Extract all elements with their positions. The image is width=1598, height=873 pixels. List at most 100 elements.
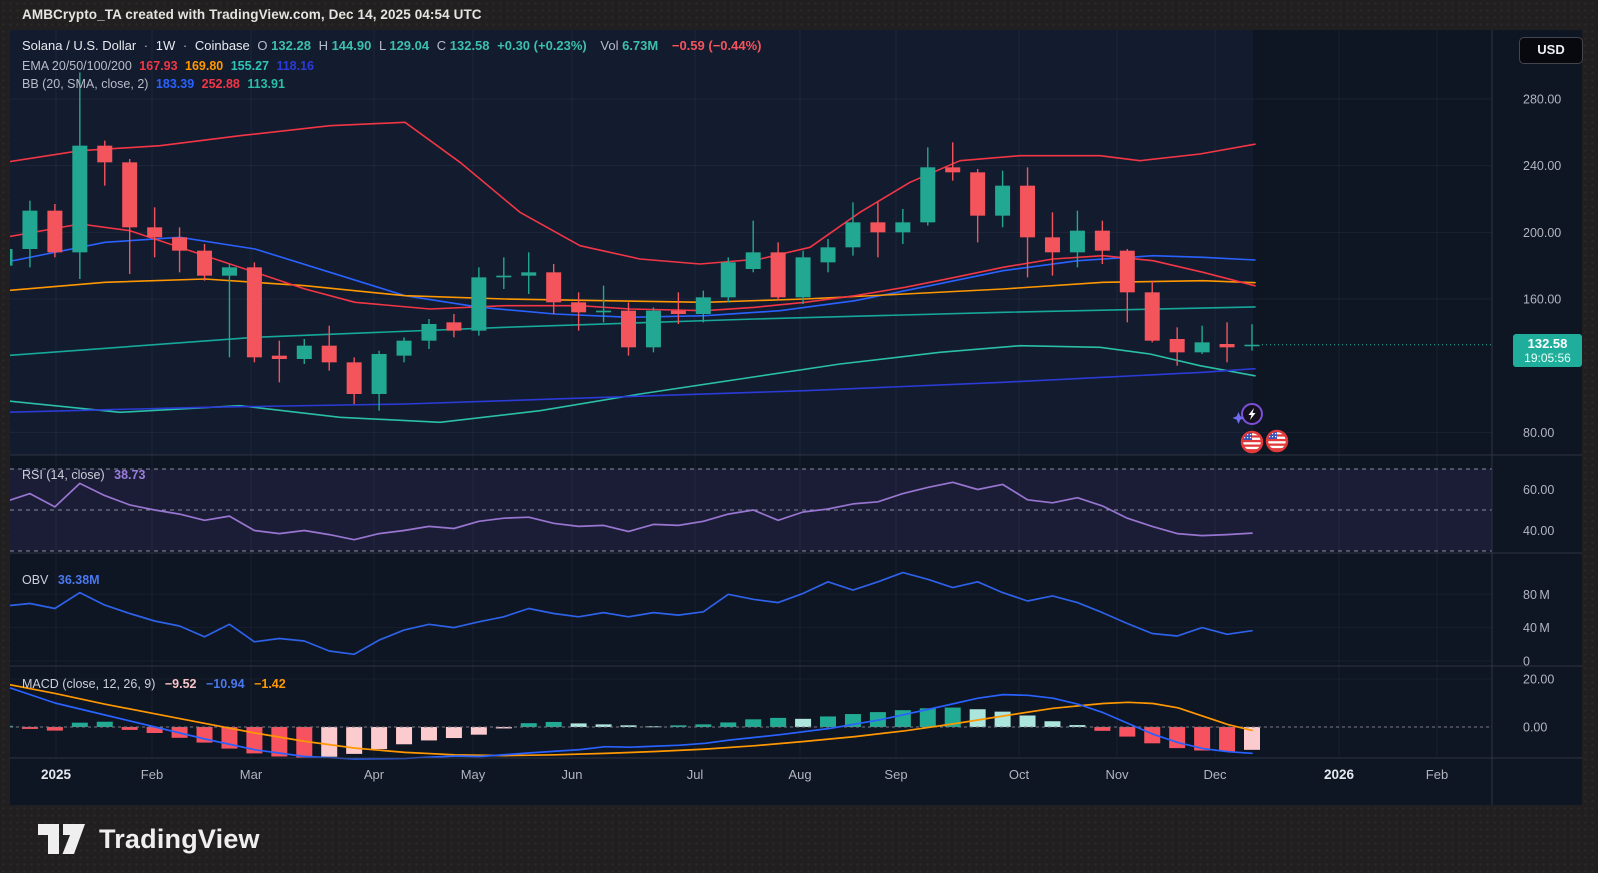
macd-legend[interactable]: MACD (close, 12, 26, 9) −9.52 −10.94 −1.… (22, 677, 286, 691)
time-axis-label[interactable]: Aug (788, 767, 811, 782)
macd-histogram-bar (1169, 727, 1186, 749)
interval-label[interactable]: 1W (156, 38, 176, 53)
time-axis-label[interactable]: May (461, 767, 486, 782)
candle-body (1094, 230, 1110, 251)
bb-upper-value: 252.88 (201, 77, 240, 91)
time-axis-label[interactable]: 2025 (41, 767, 72, 782)
macd-histogram-bar (994, 711, 1011, 727)
price-axis-tick[interactable]: 280.00 (1523, 93, 1561, 107)
candle-body (396, 340, 412, 356)
macd-histogram-bar (770, 717, 787, 727)
candle-body (596, 310, 612, 313)
volume-value: 6.73M (622, 38, 659, 53)
candle-body (945, 167, 961, 173)
candle-body (371, 354, 387, 394)
ema20-value: 167.93 (139, 59, 178, 73)
macd-histogram-bar (894, 710, 911, 727)
candle-body (147, 227, 163, 238)
attribution-bar: AMBCrypto_TA created with TradingView.co… (0, 0, 1598, 30)
bb-label: BB (20, SMA, close, 2) (22, 77, 149, 91)
candle-body (1194, 342, 1210, 353)
candle-body (1020, 185, 1036, 238)
macd-axis-tick[interactable]: 20.00 (1523, 673, 1554, 687)
candle-body (1069, 230, 1085, 253)
candle-body (795, 257, 811, 298)
ohlc-low-key: L (378, 38, 386, 53)
ohlc-high-key: H (318, 38, 328, 53)
macd-histogram-bar (545, 721, 562, 727)
candle-body (995, 185, 1011, 216)
candle-body (197, 250, 213, 276)
macd-histogram-bar (820, 716, 837, 727)
symbol-name: Solana / U.S. Dollar (22, 38, 137, 53)
candle-body (1244, 344, 1260, 347)
data-region-tint (10, 30, 1253, 455)
rsi-axis-tick[interactable]: 60.00 (1523, 483, 1554, 497)
candle-body (1169, 339, 1185, 353)
ohlc-close-value: 132.58 (449, 38, 490, 53)
time-axis-label[interactable]: Dec (1203, 767, 1227, 782)
bb-legend[interactable]: BB (20, SMA, close, 2) 183.39 252.88 113… (22, 77, 289, 91)
candle-body (546, 272, 562, 303)
current-price-badge-value[interactable]: 132.58 (1528, 336, 1568, 351)
ema-legend[interactable]: EMA 20/50/100/200 167.93 169.80 155.27 1… (22, 59, 318, 73)
obv-axis-tick[interactable]: 40 M (1523, 621, 1550, 635)
candle-body (72, 145, 88, 253)
macd-histogram-bar (371, 727, 388, 750)
time-axis-label[interactable]: Apr (364, 767, 385, 782)
macd-histogram-bar (1119, 727, 1136, 737)
macd-histogram-bar (470, 727, 487, 735)
price-axis-tick[interactable]: 160.00 (1523, 293, 1561, 307)
us-flag-event-icon[interactable] (1265, 429, 1289, 453)
candle-body (271, 355, 287, 359)
candle-body (496, 275, 512, 278)
time-axis-label[interactable]: Sep (884, 767, 907, 782)
time-axis-label[interactable]: Oct (1009, 767, 1030, 782)
tradingview-logo-text[interactable]: TradingView (99, 824, 260, 855)
obv-axis-tick[interactable]: 80 M (1523, 588, 1550, 602)
us-flag-event-icon[interactable] (1240, 430, 1264, 454)
macd-axis-tick[interactable]: 0.00 (1523, 721, 1547, 735)
tradingview-logo-icon[interactable] (38, 823, 86, 855)
time-axis-label[interactable]: Feb (141, 767, 163, 782)
macd-histogram-bar (795, 718, 812, 727)
rsi-axis-tick[interactable]: 40.00 (1523, 524, 1554, 538)
time-axis-label[interactable]: 2026 (1324, 767, 1355, 782)
rsi-label: RSI (14, close) (22, 468, 105, 482)
bb-basis-value: 183.39 (155, 77, 195, 91)
price-axis-tick[interactable]: 240.00 (1523, 159, 1561, 173)
price-axis-tick[interactable]: 200.00 (1523, 226, 1561, 240)
obv-axis-tick[interactable]: 0 (1523, 655, 1530, 669)
candle-body (172, 237, 188, 251)
obv-legend[interactable]: OBV 36.38M (22, 573, 100, 587)
rsi-legend[interactable]: RSI (14, close) 38.73 (22, 468, 145, 482)
candle-body (870, 222, 886, 233)
candle-body (296, 345, 312, 359)
symbol-legend[interactable]: Solana / U.S. Dollar · 1W · Coinbase O 1… (22, 38, 765, 53)
obv-label: OBV (22, 573, 49, 587)
time-axis-label[interactable]: Feb (1426, 767, 1448, 782)
candle-body (970, 172, 986, 216)
candle-body (97, 145, 113, 163)
bar-countdown[interactable]: 19:05:56 (1524, 351, 1571, 365)
macd-histogram-bar (1069, 725, 1086, 727)
macd-histogram-bar (46, 727, 63, 731)
candle-body (22, 210, 38, 249)
price-axis-tick[interactable]: 80.00 (1523, 426, 1554, 440)
candle-body (571, 302, 587, 313)
macd-histogram-bar (520, 723, 537, 727)
currency-toggle-button[interactable]: USD (1519, 37, 1583, 64)
candle-body (745, 252, 761, 269)
candle-body (845, 222, 861, 248)
time-axis-label[interactable]: Jun (562, 767, 583, 782)
ema200-value: 118.16 (276, 59, 314, 73)
ema-label: EMA 20/50/100/200 (22, 59, 132, 73)
candle-body (471, 277, 487, 331)
macd-histogram-bar (969, 709, 986, 727)
time-axis-label[interactable]: Jul (687, 767, 704, 782)
volume-key: Vol (600, 38, 619, 53)
candle-body (246, 267, 262, 358)
volume-change: −0.59 (−0.44%) (671, 38, 762, 53)
time-axis-label[interactable]: Mar (240, 767, 263, 782)
time-axis-label[interactable]: Nov (1105, 767, 1129, 782)
